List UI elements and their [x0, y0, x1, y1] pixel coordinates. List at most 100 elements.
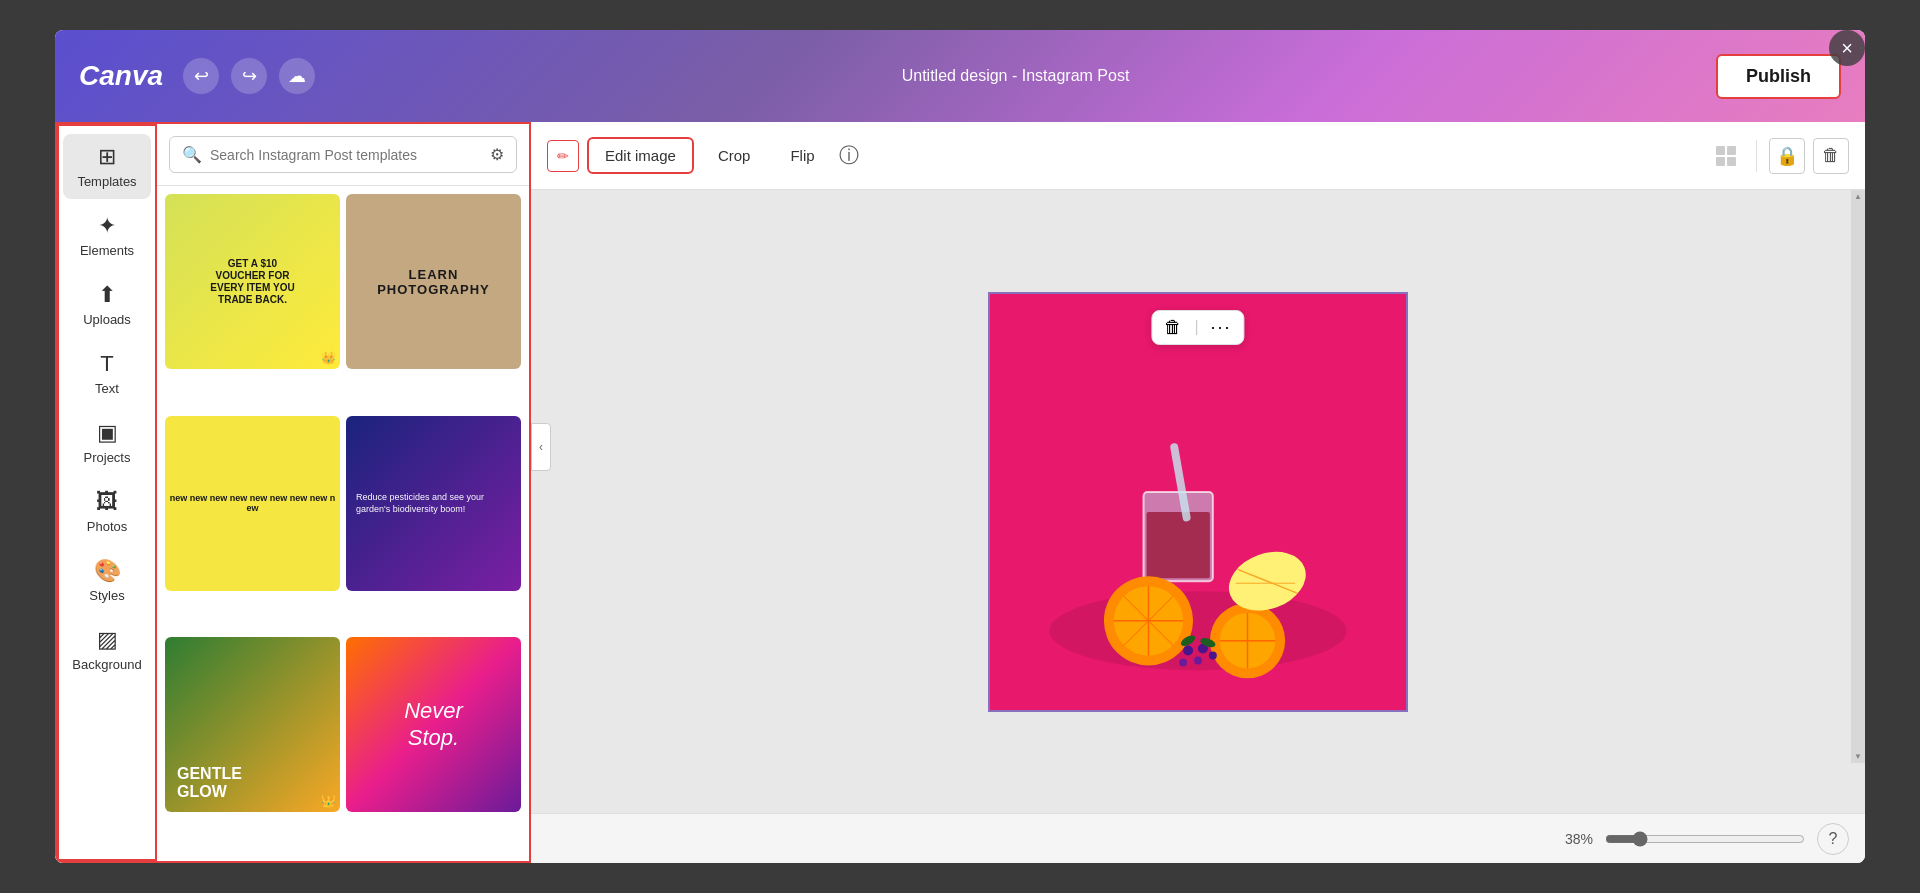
template-area: 🔍 ⚙ GET A $10VOUCHER FOREVERY ITEM YOUTR…	[157, 124, 529, 861]
topbar: Canva ↩ ↪ ☁ Untitled design - Instagram …	[55, 30, 1865, 122]
publish-button[interactable]: Publish	[1716, 54, 1841, 99]
crop-button[interactable]: Crop	[702, 139, 767, 172]
styles-icon: 🎨	[94, 558, 121, 584]
scroll-up-arrow: ▲	[1854, 192, 1862, 201]
sidebar-item-text[interactable]: T Text	[63, 341, 151, 406]
template-card-gentle-glow[interactable]: GENTLEGLOW 👑	[165, 637, 340, 812]
template-card-new[interactable]: new new new new new new new new new	[165, 416, 340, 591]
canvas-main[interactable]: ▲ ▼ 🗑 | ···	[531, 190, 1865, 813]
template-card-voucher[interactable]: GET A $10VOUCHER FOREVERY ITEM YOUTRADE …	[165, 194, 340, 369]
help-button[interactable]: ?	[1817, 823, 1849, 855]
text-icon: T	[100, 351, 113, 377]
sidebar-item-uploads[interactable]: ⬆ Uploads	[63, 272, 151, 337]
sidebar-item-styles[interactable]: 🎨 Styles	[63, 548, 151, 613]
scroll-down-arrow: ▼	[1854, 752, 1862, 761]
lock-button[interactable]: 🔒	[1769, 138, 1805, 174]
card-gentle-glow-text: GENTLEGLOW	[177, 765, 242, 800]
design-canvas[interactable]: 🗑 | ···	[988, 292, 1408, 712]
canvas-area: ✏ Edit image Crop Flip ⓘ	[531, 122, 1865, 863]
svg-point-25	[1194, 656, 1202, 664]
redo-button[interactable]: ↪	[231, 58, 267, 94]
elements-icon: ✦	[98, 213, 116, 239]
trash-icon: 🗑	[1822, 145, 1840, 166]
styles-label: Styles	[89, 588, 124, 603]
card-new-text: new new new new new new new new new	[169, 493, 336, 513]
canvas-toolbar: ✏ Edit image Crop Flip ⓘ	[531, 122, 1865, 190]
collapse-panel-handle[interactable]: ‹	[531, 423, 551, 471]
templates-label: Templates	[77, 174, 136, 189]
search-bar: 🔍 ⚙	[157, 124, 529, 186]
design-title: Untitled design - Instagram Post	[315, 67, 1716, 85]
toolbar-divider	[1756, 140, 1757, 172]
sidebar-item-background[interactable]: ▨ Background	[63, 617, 151, 682]
background-label: Background	[72, 657, 141, 672]
sidebar-item-projects[interactable]: ▣ Projects	[63, 410, 151, 475]
left-panel-inner: ⊞ Templates ✦ Elements ⬆ Uploads T Text	[57, 124, 529, 861]
zoom-value: 38%	[1565, 831, 1593, 847]
search-input-wrapper[interactable]: 🔍 ⚙	[169, 136, 517, 173]
undo-button[interactable]: ↩	[183, 58, 219, 94]
svg-rect-7	[1146, 511, 1209, 577]
svg-point-22	[1183, 645, 1193, 655]
uploads-icon: ⬆	[98, 282, 116, 308]
grid-view-button[interactable]	[1708, 138, 1744, 174]
zoom-slider[interactable]	[1605, 831, 1805, 847]
search-input[interactable]	[210, 147, 482, 163]
nav-sidebar: ⊞ Templates ✦ Elements ⬆ Uploads T Text	[57, 124, 157, 861]
template-card-never-stop[interactable]: NeverStop.	[346, 637, 521, 812]
svg-rect-2	[1716, 157, 1725, 166]
save-cloud-button[interactable]: ☁	[279, 58, 315, 94]
window-close-button[interactable]: ×	[1829, 30, 1865, 66]
canva-logo: Canva	[79, 60, 163, 92]
toolbar-right: 🔒 🗑	[1708, 138, 1849, 174]
crown-badge-voucher: 👑	[321, 351, 336, 365]
pencil-edit-icon[interactable]: ✏	[547, 140, 579, 172]
pencil-icon: ✏	[557, 148, 569, 164]
svg-point-26	[1209, 651, 1217, 659]
topbar-actions: ↩ ↪ ☁	[183, 58, 315, 94]
help-icon: ?	[1829, 830, 1838, 848]
flip-button[interactable]: Flip	[774, 139, 830, 172]
photos-icon: 🖼	[96, 489, 118, 515]
template-card-photography[interactable]: LEARNPHOTOGRAPHY	[346, 194, 521, 369]
svg-rect-0	[1716, 146, 1725, 155]
search-icon: 🔍	[182, 145, 202, 164]
card-never-stop-text: NeverStop.	[404, 698, 463, 751]
main-content: ⊞ Templates ✦ Elements ⬆ Uploads T Text	[55, 122, 1865, 863]
app-window: Canva ↩ ↪ ☁ Untitled design - Instagram …	[55, 30, 1865, 863]
filter-icon[interactable]: ⚙	[490, 145, 504, 164]
card-reduce-text: Reduce pesticides and see your garden's …	[356, 491, 511, 516]
sidebar-item-photos[interactable]: 🖼 Photos	[63, 479, 151, 544]
elements-label: Elements	[80, 243, 134, 258]
canvas-context-menu: 🗑 | ···	[1151, 310, 1244, 345]
svg-rect-3	[1727, 157, 1736, 166]
canvas-photo	[990, 294, 1406, 710]
sidebar-item-templates[interactable]: ⊞ Templates	[63, 134, 151, 199]
crown-badge-glow: 👑	[321, 794, 336, 808]
info-icon[interactable]: ⓘ	[839, 142, 859, 169]
lock-icon: 🔒	[1776, 145, 1798, 167]
card-photography-text: LEARNPHOTOGRAPHY	[377, 267, 490, 297]
photos-label: Photos	[87, 519, 127, 534]
canvas-footer: 38% ?	[531, 813, 1865, 863]
templates-icon: ⊞	[98, 144, 116, 170]
context-trash-icon: 🗑	[1164, 317, 1182, 337]
card-voucher-text: GET A $10VOUCHER FOREVERY ITEM YOUTRADE …	[210, 258, 294, 306]
sidebar-item-elements[interactable]: ✦ Elements	[63, 203, 151, 268]
delete-element-button[interactable]: 🗑	[1813, 138, 1849, 174]
template-card-reduce[interactable]: Reduce pesticides and see your garden's …	[346, 416, 521, 591]
projects-label: Projects	[84, 450, 131, 465]
projects-icon: ▣	[97, 420, 118, 446]
uploads-label: Uploads	[83, 312, 131, 327]
edit-image-button[interactable]: Edit image	[587, 137, 694, 174]
context-more-icon: ···	[1211, 317, 1232, 337]
context-more-button[interactable]: ···	[1211, 317, 1232, 338]
template-grid: GET A $10VOUCHER FOREVERY ITEM YOUTRADE …	[157, 186, 529, 861]
canvas-svg-art	[990, 294, 1406, 710]
svg-point-24	[1179, 658, 1187, 666]
text-label: Text	[95, 381, 119, 396]
left-panel: ⊞ Templates ✦ Elements ⬆ Uploads T Text	[55, 122, 531, 863]
context-trash-button[interactable]: 🗑	[1164, 317, 1182, 338]
vertical-scrollbar[interactable]: ▲ ▼	[1851, 190, 1865, 763]
background-icon: ▨	[97, 627, 118, 653]
